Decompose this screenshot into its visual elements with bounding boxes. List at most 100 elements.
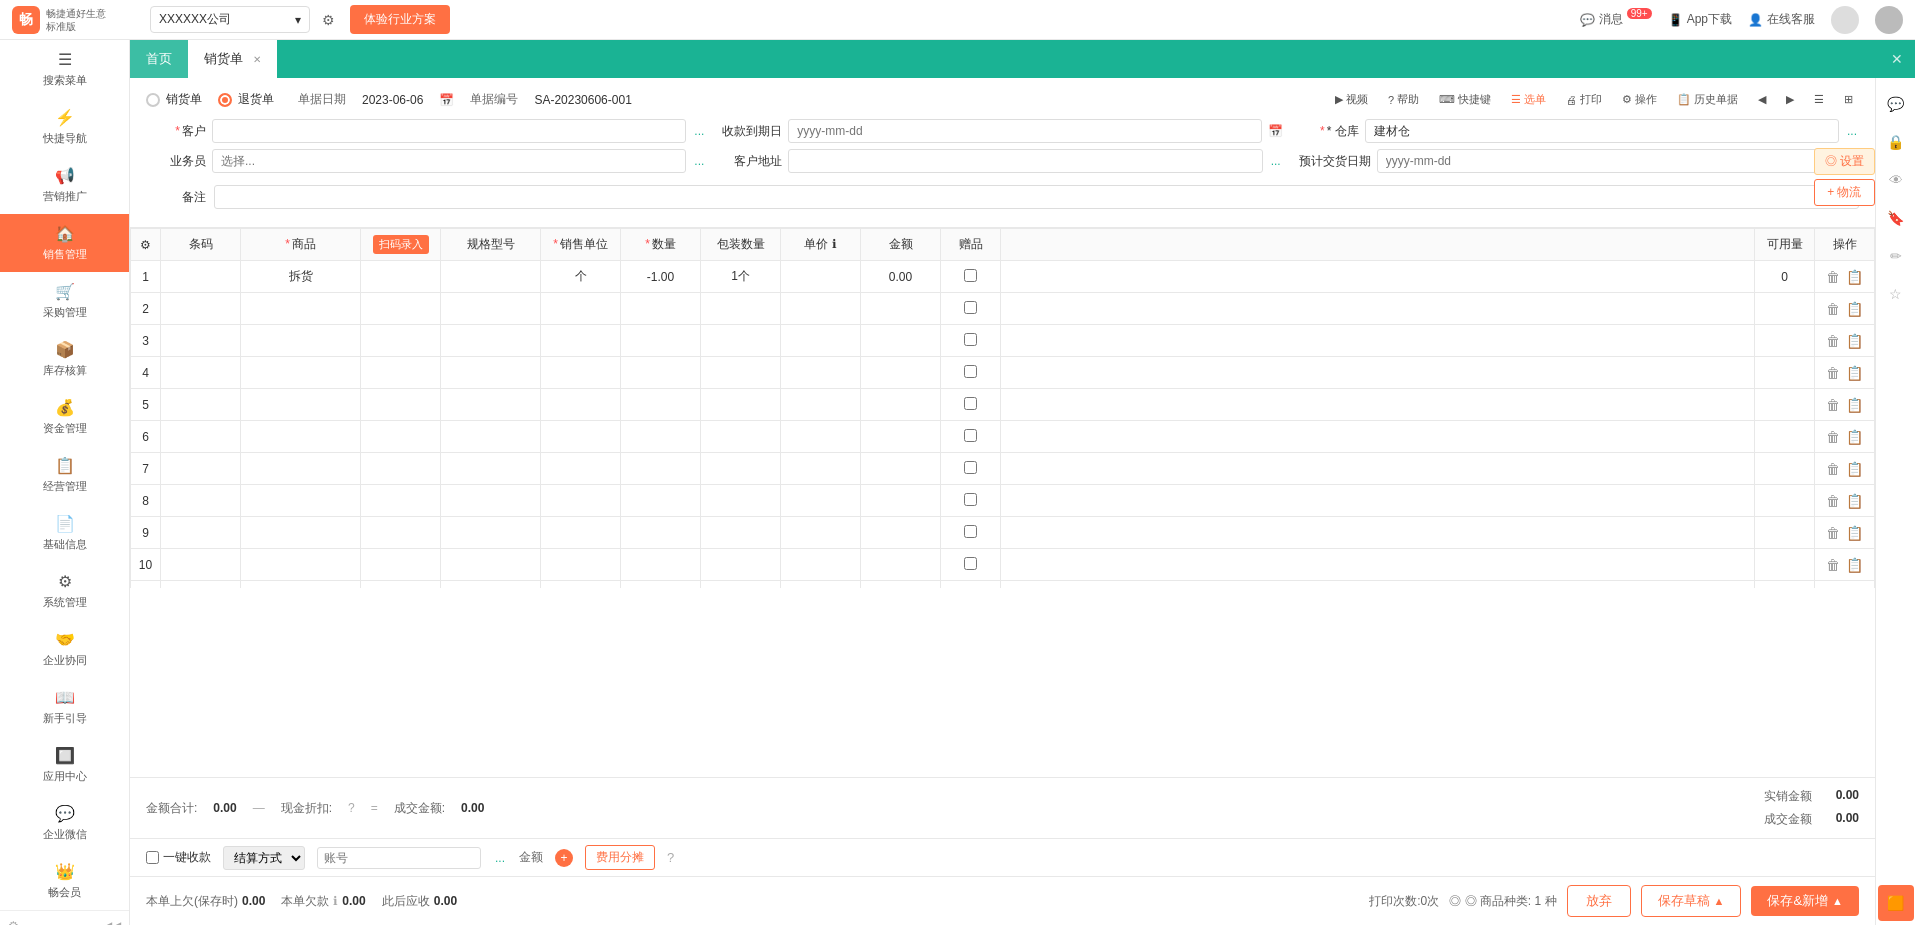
sidebar-collapse-icon[interactable]: ◀◀	[103, 919, 121, 925]
one-click-checkbox[interactable]	[146, 851, 159, 864]
row-amount-1[interactable]: 0.00	[861, 261, 941, 293]
row-spec-1[interactable]	[441, 261, 541, 293]
sidebar-item-basic[interactable]: 📄 基础信息	[0, 504, 129, 562]
company-selector[interactable]: XXXXXX公司 ▾	[150, 6, 310, 33]
copy-icon[interactable]: 📋	[1846, 333, 1863, 349]
product-type-icon[interactable]: ◎	[1449, 894, 1461, 908]
sidebar-item-purchase[interactable]: 🛒 采购管理	[0, 272, 129, 330]
payment-help-icon[interactable]: ?	[667, 850, 674, 865]
copy-icon[interactable]: 📋	[1846, 493, 1863, 509]
row-barcode-1[interactable]	[161, 261, 241, 293]
tab-close-icon[interactable]: ✕	[253, 54, 261, 65]
tab-close-all[interactable]: ✕	[1891, 51, 1915, 67]
scan-button[interactable]: 扫码录入	[373, 235, 429, 254]
delete-icon[interactable]: 🗑	[1826, 461, 1840, 477]
delete-icon[interactable]: 🗑	[1826, 557, 1840, 573]
row-price-1[interactable]	[781, 261, 861, 293]
delete-icon[interactable]: 🗑	[1826, 333, 1840, 349]
calc-method-select[interactable]: 结算方式	[223, 846, 305, 870]
tab-home[interactable]: 首页	[130, 40, 188, 78]
row-qty-1[interactable]: -1.00	[621, 261, 701, 293]
sidebar-item-quick-nav[interactable]: ⚡ 快捷导航	[0, 98, 129, 156]
operation-btn[interactable]: ⚙ 操作	[1616, 90, 1663, 109]
view1-btn[interactable]: ☰	[1808, 91, 1830, 108]
trial-button[interactable]: 体验行业方案	[350, 5, 450, 34]
sidebar-item-marketing[interactable]: 📢 营销推广	[0, 156, 129, 214]
help-btn[interactable]: ? 帮助	[1382, 90, 1425, 109]
avatar[interactable]	[1831, 6, 1859, 34]
due-date-input[interactable]	[788, 119, 1261, 143]
sidebar-item-wechat[interactable]: 💬 企业微信	[0, 794, 129, 852]
row-product-1[interactable]: 拆货	[241, 261, 361, 293]
radio-return[interactable]: 退货单	[218, 91, 274, 108]
sidebar-item-search[interactable]: ☰ 搜索菜单	[0, 40, 129, 98]
warehouse-input[interactable]	[1365, 119, 1839, 143]
row-gift-1[interactable]	[941, 261, 1001, 293]
remarks-input[interactable]	[214, 185, 1859, 209]
warehouse-dots[interactable]: ...	[1845, 124, 1859, 138]
delete-icon[interactable]: 🗑	[1826, 493, 1840, 509]
delete-icon[interactable]: 🗑	[1826, 397, 1840, 413]
app-download-btn[interactable]: 📱 App下载	[1668, 11, 1732, 28]
th-settings[interactable]: ⚙	[131, 229, 161, 261]
sidebar-item-operations[interactable]: 📋 经营管理	[0, 446, 129, 504]
discard-button[interactable]: 放弃	[1567, 885, 1631, 917]
select-btn[interactable]: ☰ 选单	[1505, 90, 1552, 109]
online-service-btn[interactable]: 👤 在线客服	[1748, 11, 1815, 28]
copy-icon[interactable]: 📋	[1846, 525, 1863, 541]
nav-next-btn[interactable]: ▶	[1780, 91, 1800, 108]
print-btn[interactable]: 🖨 打印	[1560, 90, 1608, 109]
row-pack-1[interactable]: 1个	[701, 261, 781, 293]
radio-sales[interactable]: 销货单	[146, 91, 202, 108]
form-settings-btn[interactable]: ◎ 设置	[1814, 148, 1875, 175]
delete-icon[interactable]: 🗑	[1826, 525, 1840, 541]
delete-icon-1[interactable]: 🗑	[1826, 269, 1840, 285]
delete-icon[interactable]: 🗑	[1826, 429, 1840, 445]
sidebar-item-guide[interactable]: 📖 新手引导	[0, 678, 129, 736]
salesperson-dots[interactable]: ...	[692, 154, 706, 168]
sidebar-item-finance[interactable]: 💰 资金管理	[0, 388, 129, 446]
account-input[interactable]	[317, 847, 481, 869]
address-dots[interactable]: ...	[1269, 154, 1283, 168]
salesperson-input[interactable]	[212, 149, 686, 173]
sidebar-item-appstore[interactable]: 🔲 应用中心	[0, 736, 129, 794]
save-draft-button[interactable]: 保存草稿 ▲	[1641, 885, 1742, 917]
copy-icon[interactable]: 📋	[1846, 557, 1863, 573]
calendar-icon[interactable]: 📅	[439, 93, 454, 107]
right-panel-pencil[interactable]: ✏	[1878, 238, 1914, 274]
tab-sales-order[interactable]: 销货单 ✕	[188, 40, 277, 78]
help-icon[interactable]: ?	[348, 801, 355, 815]
address-input[interactable]	[788, 149, 1262, 173]
arrears-info-icon[interactable]: ℹ	[333, 894, 338, 908]
right-panel-bottom-action[interactable]: 🟧	[1878, 885, 1914, 921]
sidebar-item-cooperation[interactable]: 🤝 企业协同	[0, 620, 129, 678]
video-btn[interactable]: ▶ 视频	[1329, 90, 1374, 109]
view2-btn[interactable]: ⊞	[1838, 91, 1859, 108]
sidebar-item-sales[interactable]: 🏠 销售管理	[0, 214, 129, 272]
right-panel-lock[interactable]: 🔒	[1878, 124, 1914, 160]
avatar2[interactable]	[1875, 6, 1903, 34]
copy-icon[interactable]: 📋	[1846, 301, 1863, 317]
right-panel-star[interactable]: ☆	[1878, 276, 1914, 312]
row-unit-1[interactable]: 个	[541, 261, 621, 293]
settings-icon[interactable]: ⚙	[314, 6, 342, 34]
due-date-calendar-icon[interactable]: 📅	[1268, 124, 1283, 138]
customer-dots[interactable]: ...	[692, 124, 706, 138]
right-panel-messages[interactable]: 💬	[1878, 86, 1914, 122]
delete-icon[interactable]: 🗑	[1826, 365, 1840, 381]
expected-delivery-input[interactable]	[1377, 149, 1838, 173]
copy-icon[interactable]: 📋	[1846, 397, 1863, 413]
sidebar-item-inventory[interactable]: 📦 库存核算	[0, 330, 129, 388]
copy-icon[interactable]: 📋	[1846, 365, 1863, 381]
nav-prev-btn[interactable]: ◀	[1752, 91, 1772, 108]
gift-checkbox-1[interactable]	[964, 269, 977, 282]
right-panel-eye[interactable]: 👁	[1878, 162, 1914, 198]
sidebar-item-system[interactable]: ⚙ 系统管理	[0, 562, 129, 620]
account-dots[interactable]: ...	[493, 851, 507, 865]
delete-icon[interactable]: 🗑	[1826, 301, 1840, 317]
history-btn[interactable]: 📋 历史单据	[1671, 90, 1744, 109]
right-panel-bookmark[interactable]: 🔖	[1878, 200, 1914, 236]
expense-btn[interactable]: 费用分摊	[585, 845, 655, 870]
customer-input[interactable]	[212, 119, 686, 143]
copy-icon[interactable]: 📋	[1846, 429, 1863, 445]
